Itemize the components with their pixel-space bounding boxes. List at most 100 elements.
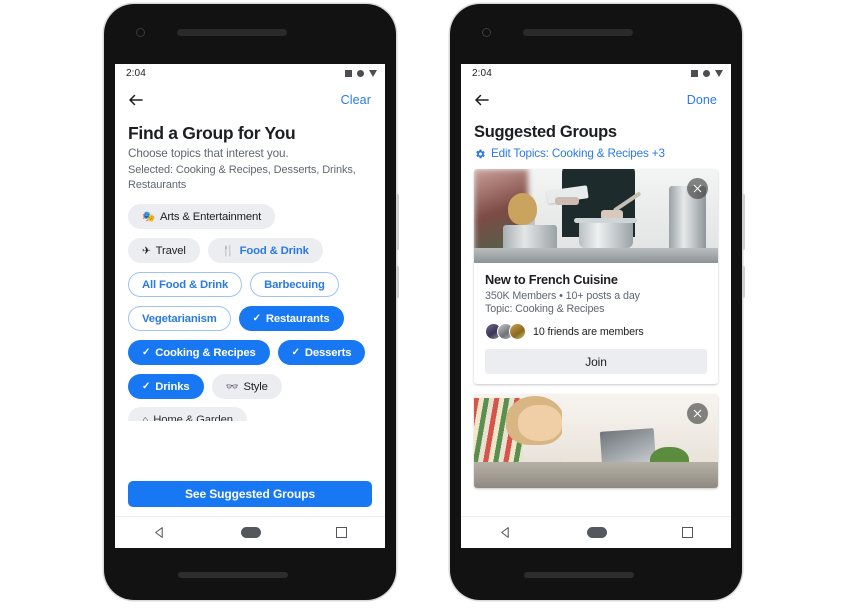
group-card[interactable] (474, 394, 718, 488)
topic-chip-label: Cooking & Recipes (155, 346, 256, 359)
square-icon (345, 70, 352, 77)
android-nav-bar-right (461, 516, 731, 548)
check-icon: ✓ (142, 347, 151, 359)
topic-chip-row: ✓ Drinks 👓 Style (128, 374, 372, 400)
topic-chip[interactable]: Vegetarianism (128, 306, 231, 332)
topic-chip-label: Barbecuing (264, 278, 325, 291)
phone-screen-right: 2:04 Done Suggested Groups Edit Topics: … (461, 64, 731, 548)
status-icon-group (345, 70, 377, 77)
topic-chip[interactable]: ✈ Travel (128, 238, 200, 264)
power-button-right[interactable] (742, 266, 745, 298)
topic-chip-label: Home & Garden (153, 413, 233, 422)
topic-chip-row: ✈ Travel 🍴 Food & Drink (128, 238, 372, 264)
circle-icon (357, 70, 364, 77)
topic-chip-label: All Food & Drink (142, 278, 229, 291)
topic-chip[interactable]: Barbecuing (250, 272, 339, 298)
triangle-down-icon (715, 70, 723, 77)
friends-count-label: 10 friends are members (533, 325, 644, 338)
circle-icon (703, 70, 710, 77)
topic-chip-label: Drinks (155, 380, 190, 393)
volume-button-left[interactable] (396, 194, 399, 250)
status-bar-left: 2:04 (115, 64, 385, 83)
group-topic: Topic: Cooking & Recipes (485, 303, 605, 315)
status-clock: 2:04 (472, 68, 492, 79)
screenshot-canvas: 2:04 Clear Find a Group for You Choose t… (0, 0, 852, 608)
status-icon-group (691, 70, 723, 77)
gear-icon (476, 149, 485, 158)
topic-chip[interactable]: ⌂ Home & Garden (128, 407, 247, 422)
volume-button-right[interactable] (742, 194, 745, 250)
see-suggested-groups-button[interactable]: See Suggested Groups (128, 481, 372, 507)
avatar (509, 323, 526, 340)
phone-screen-left: 2:04 Clear Find a Group for You Choose t… (115, 64, 385, 548)
group-name: New to French Cuisine (485, 272, 618, 287)
phone-device-right: 2:04 Done Suggested Groups Edit Topics: … (450, 4, 745, 600)
triangle-down-icon (369, 70, 377, 77)
paper-plane-icon: ✈ (142, 244, 151, 257)
page-title: Suggested Groups (474, 123, 617, 141)
topic-chip-label: Arts & Entertainment (159, 210, 262, 223)
topic-chip[interactable]: ✓ Restaurants (238, 306, 344, 332)
front-camera-icon (136, 28, 145, 37)
back-arrow-icon[interactable] (473, 91, 491, 109)
status-clock: 2:04 (126, 68, 146, 79)
android-nav-bar-left (115, 516, 385, 548)
suggested-groups-feed: New to French Cuisine 350K Members • 10+… (474, 169, 718, 488)
topic-chip-row: 🎭 Arts & Entertainment (128, 204, 372, 230)
front-camera-icon (482, 28, 491, 37)
close-circle-icon[interactable] (687, 178, 708, 199)
fork-knife-icon: 🍴 (221, 244, 235, 257)
topic-chip[interactable]: ✓ Desserts (277, 340, 366, 366)
check-icon: ✓ (142, 381, 151, 393)
topic-chip-row: All Food & Drink Barbecuing (128, 272, 372, 298)
nav-recents-icon[interactable] (682, 527, 694, 538)
topic-chip[interactable]: ✓ Drinks (128, 374, 204, 400)
nav-back-icon[interactable] (153, 526, 166, 539)
bottom-speaker (524, 572, 634, 578)
topic-chip-list: 🎭 Arts & Entertainment ✈ Travel 🍴 Food & Drin… (128, 204, 372, 400)
clear-button[interactable]: Clear (341, 93, 371, 107)
topic-chip-label: Restaurants (265, 312, 330, 325)
nav-home-icon[interactable] (240, 527, 261, 538)
topic-chip-row: Vegetarianism ✓ Restaurants (128, 306, 372, 332)
topic-chip-row: ✓ Cooking & Recipes ✓ Desserts (128, 340, 372, 366)
friends-row: 10 friends are members (485, 323, 707, 340)
page-subtitle: Choose topics that interest you. (128, 147, 289, 160)
topic-chip[interactable]: All Food & Drink (128, 272, 243, 298)
nav-home-icon[interactable] (586, 527, 607, 538)
topic-chip-label: Vegetarianism (142, 312, 217, 325)
drama-masks-icon: 🎭 (142, 210, 155, 223)
close-circle-icon[interactable] (687, 403, 708, 424)
app-bar-left: Clear (115, 83, 385, 117)
done-button[interactable]: Done (687, 93, 717, 107)
back-arrow-icon[interactable] (127, 91, 145, 109)
home-icon: ⌂ (142, 413, 149, 422)
cta-footer: See Suggested Groups (115, 472, 385, 516)
topic-chip-cut-off[interactable]: ⌂ Home & Garden (128, 407, 372, 422)
group-card-body: New to French Cuisine 350K Members • 10+… (474, 263, 718, 384)
topic-chip[interactable]: 🎭 Arts & Entertainment (128, 204, 276, 230)
page-title: Find a Group for You (128, 123, 296, 143)
edit-topics-link[interactable]: Edit Topics: Cooking & Recipes +3 (474, 147, 718, 160)
bottom-speaker (178, 572, 288, 578)
nav-recents-icon[interactable] (336, 527, 348, 538)
topic-chip-label: Food & Drink (239, 244, 309, 257)
kitchen-cooking-photo (474, 169, 718, 263)
app-bar-right: Done (461, 83, 731, 117)
topic-chip[interactable]: ✓ Cooking & Recipes (128, 340, 270, 366)
power-button-left[interactable] (396, 266, 399, 298)
nav-back-icon[interactable] (499, 526, 512, 539)
topic-chip-label: Desserts (304, 346, 352, 359)
topic-chip[interactable]: 👓 Style (211, 374, 282, 400)
group-meta: 350K Members • 10+ posts a day (485, 290, 640, 302)
left-content: Find a Group for You Choose topics that … (115, 123, 385, 422)
check-icon: ✓ (291, 347, 300, 359)
child-kitchen-photo (474, 394, 718, 488)
phone-device-left: 2:04 Clear Find a Group for You Choose t… (104, 4, 399, 600)
edit-topics-label: Edit Topics: Cooking & Recipes +3 (491, 147, 665, 160)
group-card[interactable]: New to French Cuisine 350K Members • 10+… (474, 169, 718, 384)
glasses-icon: 👓 (225, 380, 239, 393)
topic-chip[interactable]: 🍴 Food & Drink (207, 238, 323, 264)
status-bar-right: 2:04 (461, 64, 731, 83)
join-button[interactable]: Join (485, 349, 707, 374)
